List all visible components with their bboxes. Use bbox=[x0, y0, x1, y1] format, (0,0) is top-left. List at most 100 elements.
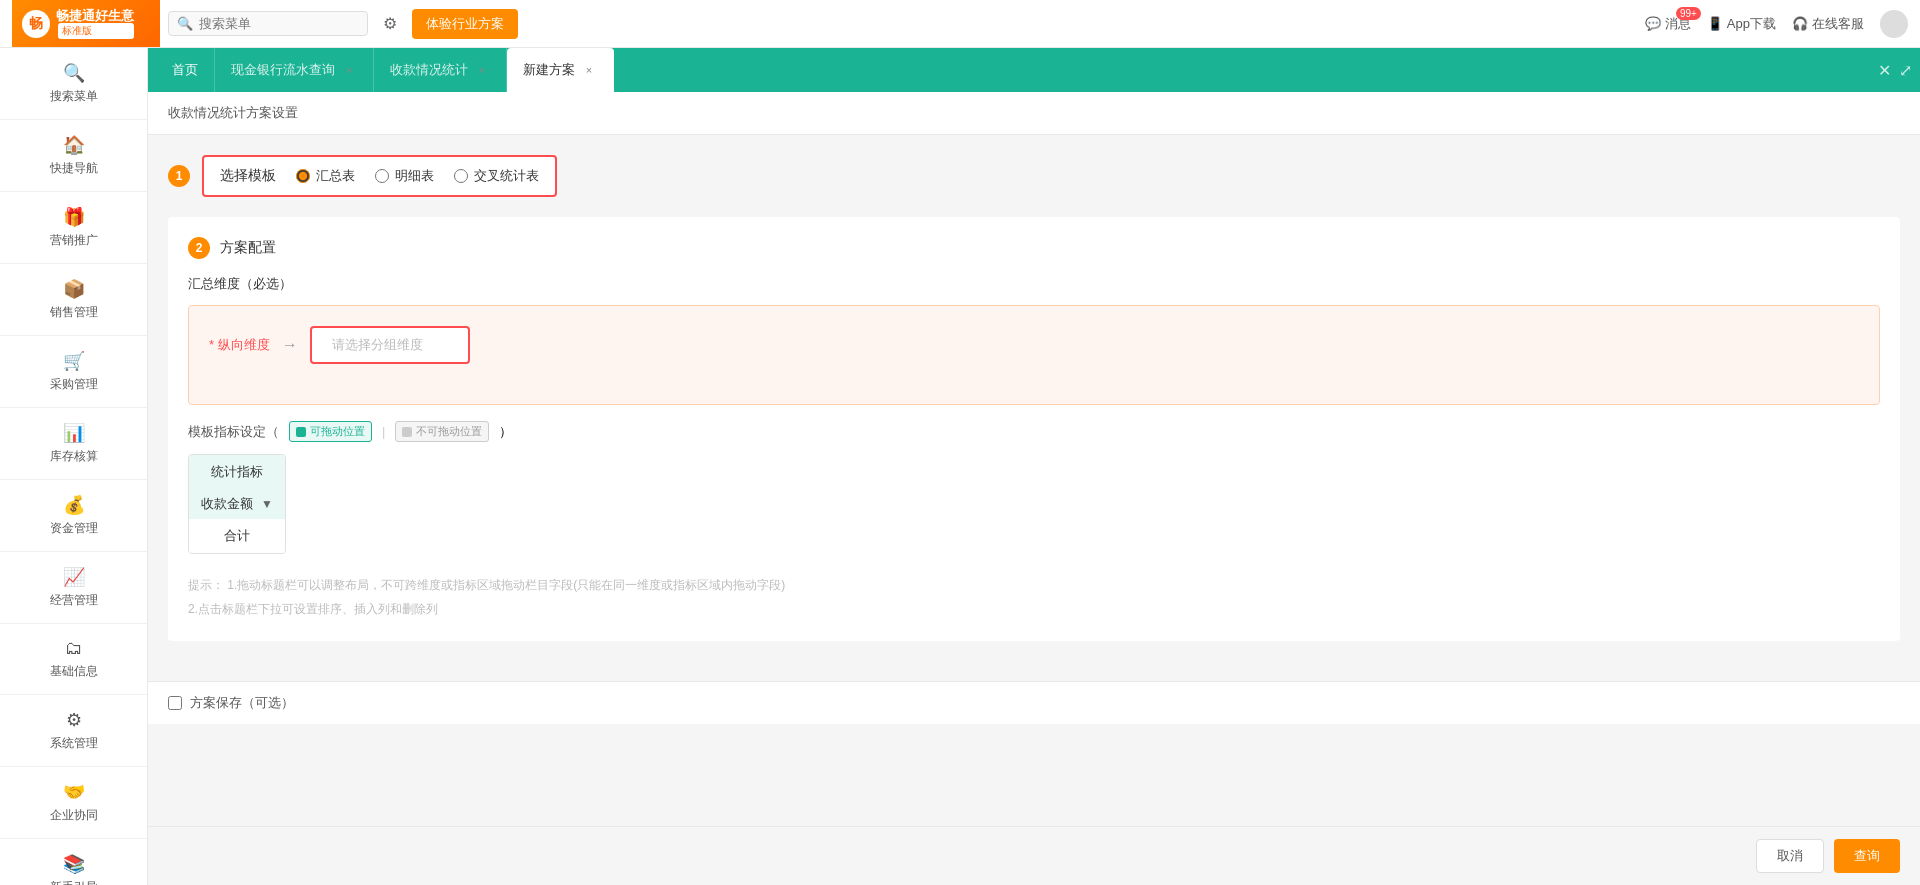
inventory-icon: 📊 bbox=[63, 422, 85, 444]
search-icon: 🔍 bbox=[177, 16, 193, 31]
tab-close-btn[interactable]: ✕ bbox=[1878, 61, 1891, 80]
radio-summary[interactable]: 汇总表 bbox=[296, 167, 355, 185]
dimension-title: 汇总维度（必选） bbox=[188, 275, 1880, 293]
radio-crosstab[interactable]: 交叉统计表 bbox=[454, 167, 539, 185]
app-icon: 📱 bbox=[1707, 16, 1723, 31]
sidebar-item-operations[interactable]: 📈 经营管理 bbox=[0, 552, 147, 624]
logo-icon: 畅 bbox=[22, 10, 50, 38]
step1-title: 选择模板 bbox=[220, 167, 276, 185]
guide-icon: 📚 bbox=[63, 853, 85, 875]
main-wrapper: 🔍 搜索菜单 🏠 快捷导航 🎁 营销推广 📦 销售管理 🛒 采购管理 📊 库存核… bbox=[0, 48, 1920, 885]
cooperation-icon: 🤝 bbox=[63, 781, 85, 803]
app-download-link[interactable]: 📱 App下载 bbox=[1707, 15, 1776, 33]
system-icon: ⚙ bbox=[66, 709, 82, 731]
purchase-icon: 🛒 bbox=[63, 350, 85, 372]
query-button[interactable]: 查询 bbox=[1834, 839, 1900, 873]
metrics-section: 模板指标设定（ 可拖动位置 | 不可拖动位置 ） bbox=[188, 421, 1880, 621]
tab-bar: 首页 现金银行流水查询 × 收款情况统计 × 新建方案 × ✕ ⤢ bbox=[148, 48, 1920, 92]
sidebar-item-search[interactable]: 🔍 搜索菜单 bbox=[0, 48, 147, 120]
notification-button[interactable]: 💬 消息 99+ bbox=[1645, 15, 1691, 33]
step2-section: 2 方案配置 汇总维度（必选） * 纵向维度 → 请选择分组维度 bbox=[168, 217, 1900, 641]
dim-required-label: * 纵向维度 bbox=[209, 336, 270, 354]
sidebar-item-cooperation[interactable]: 🤝 企业协同 bbox=[0, 767, 147, 839]
metric-name: 收款金额 bbox=[201, 495, 253, 513]
service-icon: 🎧 bbox=[1792, 16, 1808, 31]
operations-icon: 📈 bbox=[63, 566, 85, 588]
page-header: 收款情况统计方案设置 bbox=[148, 92, 1920, 135]
step2-num: 2 bbox=[188, 237, 210, 259]
finance-icon: 💰 bbox=[63, 494, 85, 516]
metrics-label: 模板指标设定（ bbox=[188, 423, 279, 441]
tab-cashflow-close[interactable]: × bbox=[341, 62, 357, 78]
page-content: 收款情况统计方案设置 1 选择模板 汇总表 bbox=[148, 92, 1920, 826]
logo-badge: 标准版 bbox=[58, 23, 134, 39]
top-header: 畅 畅捷通好生意 标准版 🔍 ⚙ 体验行业方案 💬 消息 99+ 📱 App下载… bbox=[0, 0, 1920, 48]
tab-controls: ✕ ⤢ bbox=[1878, 61, 1912, 80]
draggable-badge: 可拖动位置 bbox=[289, 421, 372, 442]
logo-name: 畅捷通好生意 bbox=[56, 8, 134, 24]
save-label: 方案保存（可选） bbox=[190, 694, 294, 712]
header-right: 💬 消息 99+ 📱 App下载 🎧 在线客服 bbox=[1645, 10, 1908, 38]
user-avatar[interactable] bbox=[1880, 10, 1908, 38]
logo-area: 畅 畅捷通好生意 标准版 bbox=[12, 0, 160, 47]
sidebar-item-purchase[interactable]: 🛒 采购管理 bbox=[0, 336, 147, 408]
tips-area: 提示： 1.拖动标题栏可以调整布局，不可跨维度或指标区域拖动栏目字段(只能在同一… bbox=[188, 573, 1880, 621]
search-sidebar-icon: 🔍 bbox=[63, 62, 85, 84]
template-box: 选择模板 汇总表 明细表 bbox=[202, 155, 557, 197]
radio-detail[interactable]: 明细表 bbox=[375, 167, 434, 185]
metric-value-row: 合计 bbox=[189, 519, 285, 553]
tab-newplan[interactable]: 新建方案 × bbox=[507, 48, 614, 92]
trial-button[interactable]: 体验行业方案 bbox=[412, 9, 518, 39]
tab-newplan-close[interactable]: × bbox=[581, 62, 597, 78]
tip-1: 提示： 1.拖动标题栏可以调整布局，不可跨维度或指标区域拖动栏目字段(只能在同一… bbox=[188, 573, 1880, 597]
basics-icon: 🗂 bbox=[65, 638, 83, 659]
sales-icon: 📦 bbox=[63, 278, 85, 300]
metric-table: 统计指标 收款金额 ▼ 合计 bbox=[188, 454, 286, 554]
tab-payment-close[interactable]: × bbox=[474, 62, 490, 78]
page-title: 收款情况统计方案设置 bbox=[168, 105, 298, 120]
notification-badge: 99+ bbox=[1676, 7, 1701, 20]
nondraggable-badge: 不可拖动位置 bbox=[395, 421, 489, 442]
content-area: 首页 现金银行流水查询 × 收款情况统计 × 新建方案 × ✕ ⤢ bbox=[148, 48, 1920, 885]
dimension-area: * 纵向维度 → 请选择分组维度 bbox=[188, 305, 1880, 405]
tab-cashflow[interactable]: 现金银行流水查询 × bbox=[215, 48, 374, 92]
draggable-dot bbox=[296, 427, 306, 437]
tab-payment[interactable]: 收款情况统计 × bbox=[374, 48, 507, 92]
gear-button[interactable]: ⚙ bbox=[376, 10, 404, 38]
step2-title: 方案配置 bbox=[220, 239, 276, 257]
step2-header: 2 方案配置 bbox=[188, 237, 1880, 259]
sidebar-item-system[interactable]: ⚙ 系统管理 bbox=[0, 695, 147, 767]
search-input[interactable] bbox=[199, 16, 349, 31]
sidebar-item-guide[interactable]: 📚 新手引导 bbox=[0, 839, 147, 885]
sidebar-item-inventory[interactable]: 📊 库存核算 bbox=[0, 408, 147, 480]
sidebar-item-basics[interactable]: 🗂 基础信息 bbox=[0, 624, 147, 695]
save-checkbox[interactable] bbox=[168, 696, 182, 710]
search-bar[interactable]: 🔍 bbox=[168, 11, 368, 36]
metric-dropdown-icon[interactable]: ▼ bbox=[261, 497, 273, 511]
dim-arrow-icon: → bbox=[282, 336, 298, 354]
metrics-legend: 模板指标设定（ 可拖动位置 | 不可拖动位置 ） bbox=[188, 421, 1880, 442]
tab-home[interactable]: 首页 bbox=[156, 48, 215, 92]
message-icon: 💬 bbox=[1645, 16, 1661, 31]
sidebar-item-sales[interactable]: 📦 销售管理 bbox=[0, 264, 147, 336]
form-area: 1 选择模板 汇总表 明细表 bbox=[148, 135, 1920, 681]
metric-label-row: 收款金额 ▼ bbox=[189, 489, 285, 519]
template-radio-group: 汇总表 明细表 交叉统计表 bbox=[296, 167, 539, 185]
sidebar-item-finance[interactable]: 💰 资金管理 bbox=[0, 480, 147, 552]
step1-num: 1 bbox=[168, 165, 190, 187]
dim-select-box[interactable]: 请选择分组维度 bbox=[310, 326, 470, 364]
metric-header: 统计指标 bbox=[189, 455, 285, 489]
cancel-button[interactable]: 取消 bbox=[1756, 839, 1824, 873]
tab-expand-btn[interactable]: ⤢ bbox=[1899, 61, 1912, 80]
online-service-link[interactable]: 🎧 在线客服 bbox=[1792, 15, 1864, 33]
save-section: 方案保存（可选） bbox=[148, 681, 1920, 724]
dimension-row: * 纵向维度 → 请选择分组维度 bbox=[209, 326, 470, 364]
sidebar: 🔍 搜索菜单 🏠 快捷导航 🎁 营销推广 📦 销售管理 🛒 采购管理 📊 库存核… bbox=[0, 48, 148, 885]
tip-2: 2.点击标题栏下拉可设置排序、插入列和删除列 bbox=[188, 597, 1880, 621]
step1-section: 1 选择模板 汇总表 明细表 bbox=[168, 155, 1900, 197]
footer-actions: 取消 查询 bbox=[148, 826, 1920, 885]
gift-icon: 🎁 bbox=[63, 206, 85, 228]
sidebar-item-quicknav[interactable]: 🏠 快捷导航 bbox=[0, 120, 147, 192]
sidebar-item-marketing[interactable]: 🎁 营销推广 bbox=[0, 192, 147, 264]
home-icon: 🏠 bbox=[63, 134, 85, 156]
